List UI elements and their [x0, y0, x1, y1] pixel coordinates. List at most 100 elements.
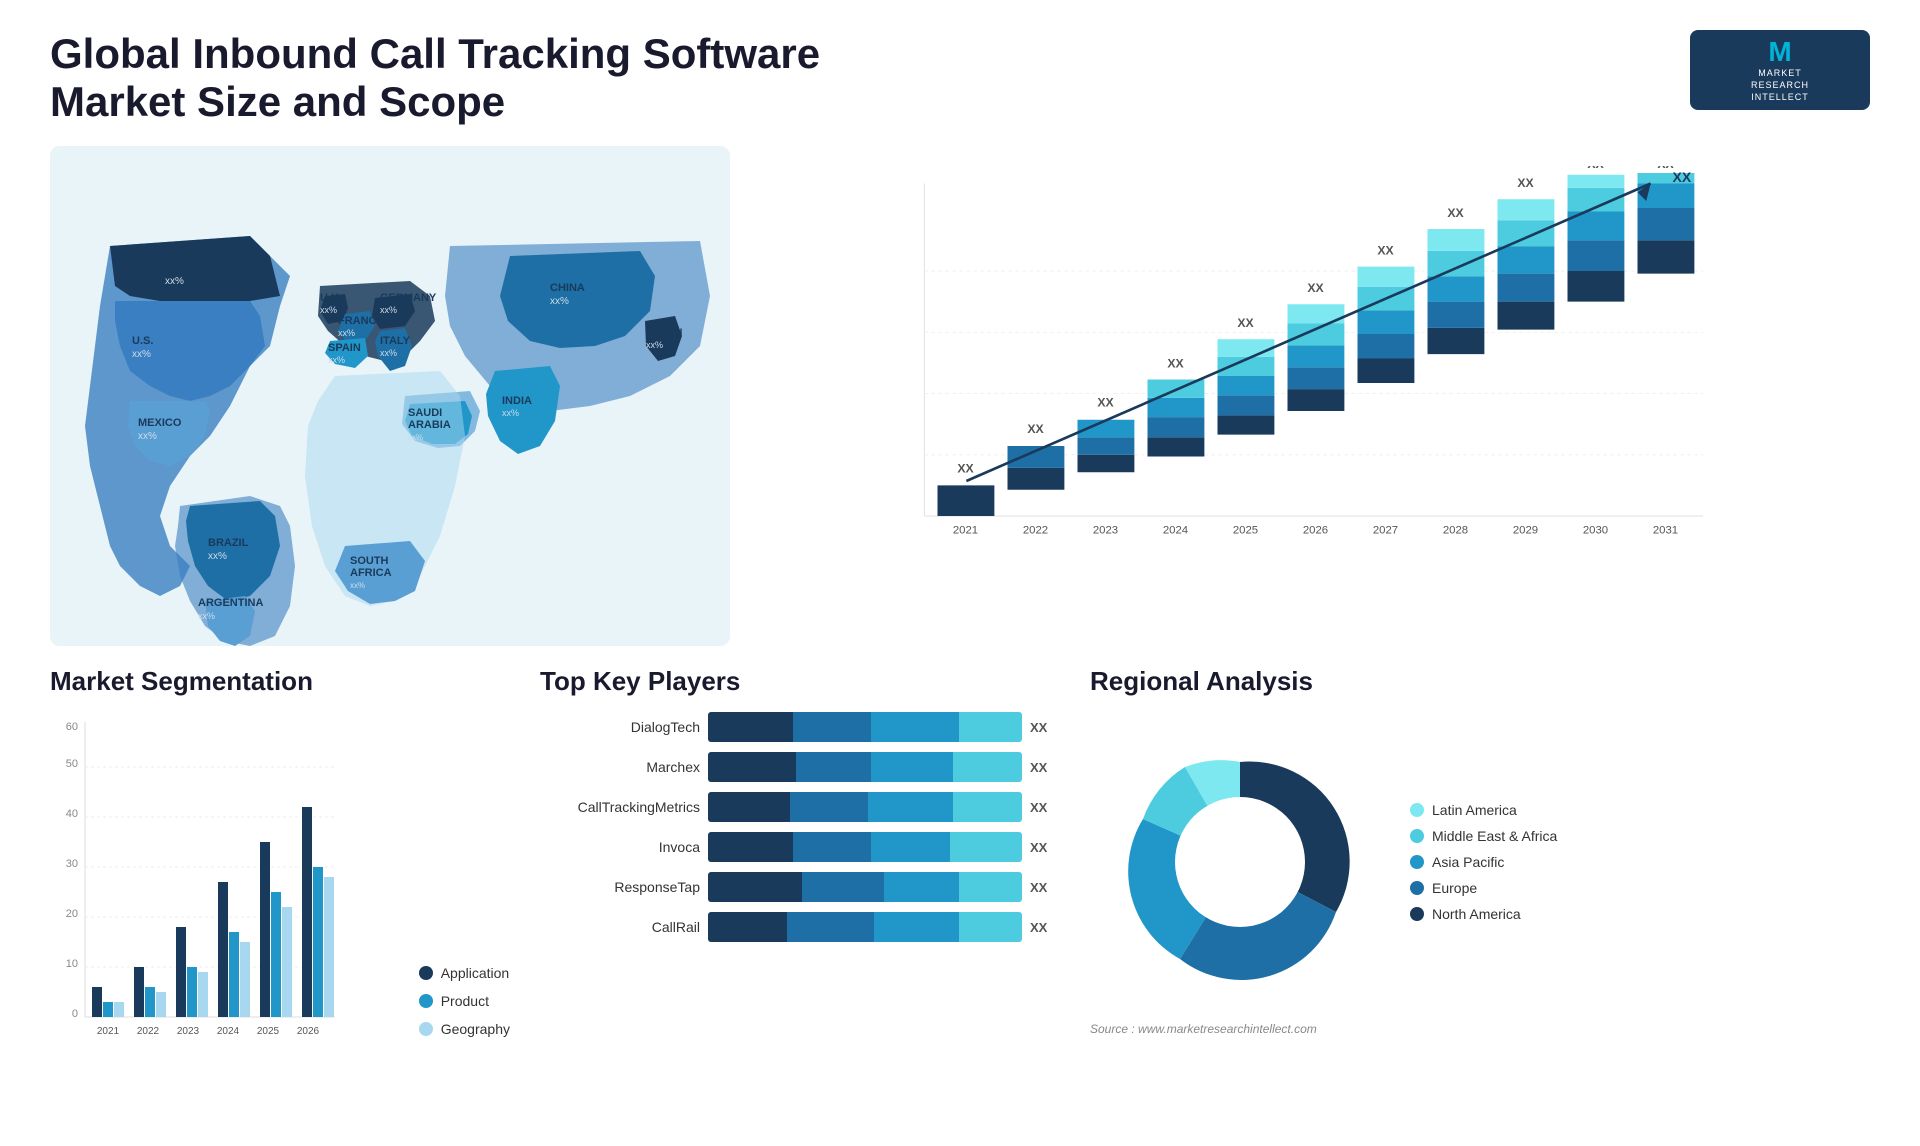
segmentation-chart: 0 10 20 30 40 50 60 [50, 712, 399, 1077]
player-name-invoca: Invoca [540, 839, 700, 855]
donut-section: Latin America Middle East & Africa Asia … [1090, 712, 1870, 1012]
svg-text:xx%: xx% [320, 305, 337, 315]
svg-text:2024: 2024 [1163, 525, 1188, 537]
player-val-invoca: XX [1030, 840, 1060, 855]
svg-text:2031: 2031 [1653, 525, 1678, 537]
regional-legend: Latin America Middle East & Africa Asia … [1410, 802, 1557, 922]
player-dialogtech: DialogTech XX [540, 712, 1060, 742]
svg-text:JAPAN: JAPAN [646, 327, 683, 339]
player-calltrackingmetrics: CallTrackingMetrics XX [540, 792, 1060, 822]
svg-text:XX: XX [1377, 243, 1394, 257]
bar-seg1 [708, 712, 793, 742]
svg-text:2030: 2030 [1583, 525, 1608, 537]
bar-seg3 [868, 792, 953, 822]
application-dot [419, 966, 433, 980]
svg-text:2024: 2024 [217, 1026, 240, 1037]
asia-pacific-label: Asia Pacific [1432, 854, 1504, 870]
bar-seg3 [871, 752, 953, 782]
svg-text:SPAIN: SPAIN [328, 342, 361, 354]
svg-text:10: 10 [66, 958, 78, 970]
market-segmentation: Market Segmentation 0 10 20 30 40 50 60 [50, 666, 510, 1126]
svg-text:xx%: xx% [132, 349, 151, 360]
key-players: Top Key Players DialogTech XX Marchex [540, 666, 1060, 1126]
bar-seg3 [871, 712, 959, 742]
player-val-marchex: XX [1030, 760, 1060, 775]
legend-geography: Geography [419, 1021, 510, 1037]
player-bar-ctm [708, 792, 1022, 822]
svg-text:2025: 2025 [1233, 525, 1258, 537]
svg-text:2026: 2026 [297, 1026, 320, 1037]
bar-seg2 [802, 872, 884, 902]
player-name-marchex: Marchex [540, 759, 700, 775]
page-header: Global Inbound Call Tracking Software Ma… [50, 30, 1870, 126]
player-responsetap: ResponseTap XX [540, 872, 1060, 902]
svg-text:AFRICA: AFRICA [350, 567, 392, 579]
player-name-ctm: CallTrackingMetrics [540, 799, 700, 815]
latin-america-label: Latin America [1432, 802, 1517, 818]
svg-text:ARABIA: ARABIA [408, 419, 451, 431]
player-bar-marchex [708, 752, 1022, 782]
segmentation-legend: Application Product Geography [419, 965, 510, 1077]
regional-title: Regional Analysis [1090, 666, 1870, 697]
player-val-responsetap: XX [1030, 880, 1060, 895]
logo-text: MARKETRESEARCHINTELLECT [1751, 68, 1809, 103]
legend-middle-east: Middle East & Africa [1410, 828, 1557, 844]
product-dot [419, 994, 433, 1008]
svg-text:xx%: xx% [338, 328, 355, 338]
player-val-dialogtech: XX [1030, 720, 1060, 735]
bar-seg3 [871, 832, 950, 862]
middle-east-dot [1410, 829, 1424, 843]
svg-text:40: 40 [66, 808, 78, 820]
svg-text:2021: 2021 [953, 525, 978, 537]
svg-text:xx%: xx% [380, 305, 397, 315]
svg-text:xx%: xx% [646, 340, 663, 350]
geography-label: Geography [441, 1021, 510, 1037]
bar-seg4 [959, 912, 1022, 942]
player-bar-responsetap [708, 872, 1022, 902]
svg-text:XX: XX [1097, 396, 1114, 410]
svg-text:2029: 2029 [1513, 525, 1538, 537]
players-title: Top Key Players [540, 666, 1060, 697]
middle-east-label: Middle East & Africa [1432, 828, 1557, 844]
svg-text:xx%: xx% [350, 581, 365, 590]
svg-text:xx%: xx% [198, 611, 215, 621]
svg-text:2026: 2026 [1303, 525, 1328, 537]
player-name-dialogtech: DialogTech [540, 719, 700, 735]
legend-product: Product [419, 993, 510, 1009]
svg-text:60: 60 [66, 721, 78, 733]
players-list: DialogTech XX Marchex [540, 712, 1060, 942]
svg-text:xx%: xx% [408, 433, 423, 442]
bar-seg2 [787, 912, 875, 942]
svg-text:50: 50 [66, 758, 78, 770]
europe-dot [1410, 881, 1424, 895]
bar-seg2 [790, 792, 869, 822]
player-name-responsetap: ResponseTap [540, 879, 700, 895]
svg-text:U.K.: U.K. [320, 292, 342, 304]
svg-text:xx%: xx% [380, 348, 397, 358]
bar-seg4 [959, 872, 1022, 902]
svg-text:xx%: xx% [328, 355, 345, 365]
growth-bar-chart: XX 2021 XX 2022 XX 2023 XX [760, 146, 1870, 646]
svg-text:xx%: xx% [550, 296, 569, 307]
svg-text:0: 0 [72, 1008, 78, 1020]
svg-text:30: 30 [66, 858, 78, 870]
svg-text:2027: 2027 [1373, 525, 1398, 537]
bar-seg2 [793, 712, 872, 742]
player-val-callrail: XX [1030, 920, 1060, 935]
donut-chart [1090, 712, 1390, 1012]
svg-text:2021: 2021 [97, 1026, 120, 1037]
player-bar-invoca [708, 832, 1022, 862]
svg-text:xx%: xx% [208, 551, 227, 562]
bottom-section: Market Segmentation 0 10 20 30 40 50 60 [50, 666, 1870, 1126]
svg-text:INDIA: INDIA [502, 395, 532, 407]
svg-text:XX: XX [957, 461, 974, 475]
svg-text:2025: 2025 [257, 1026, 280, 1037]
north-america-label: North America [1432, 906, 1521, 922]
svg-text:ITALY: ITALY [380, 335, 411, 347]
bar-seg3 [884, 872, 959, 902]
svg-text:XX: XX [1167, 356, 1184, 370]
svg-text:XX: XX [1237, 316, 1254, 330]
svg-text:2023: 2023 [1093, 525, 1118, 537]
svg-text:ARGENTINA: ARGENTINA [198, 597, 263, 609]
svg-text:2023: 2023 [177, 1026, 200, 1037]
